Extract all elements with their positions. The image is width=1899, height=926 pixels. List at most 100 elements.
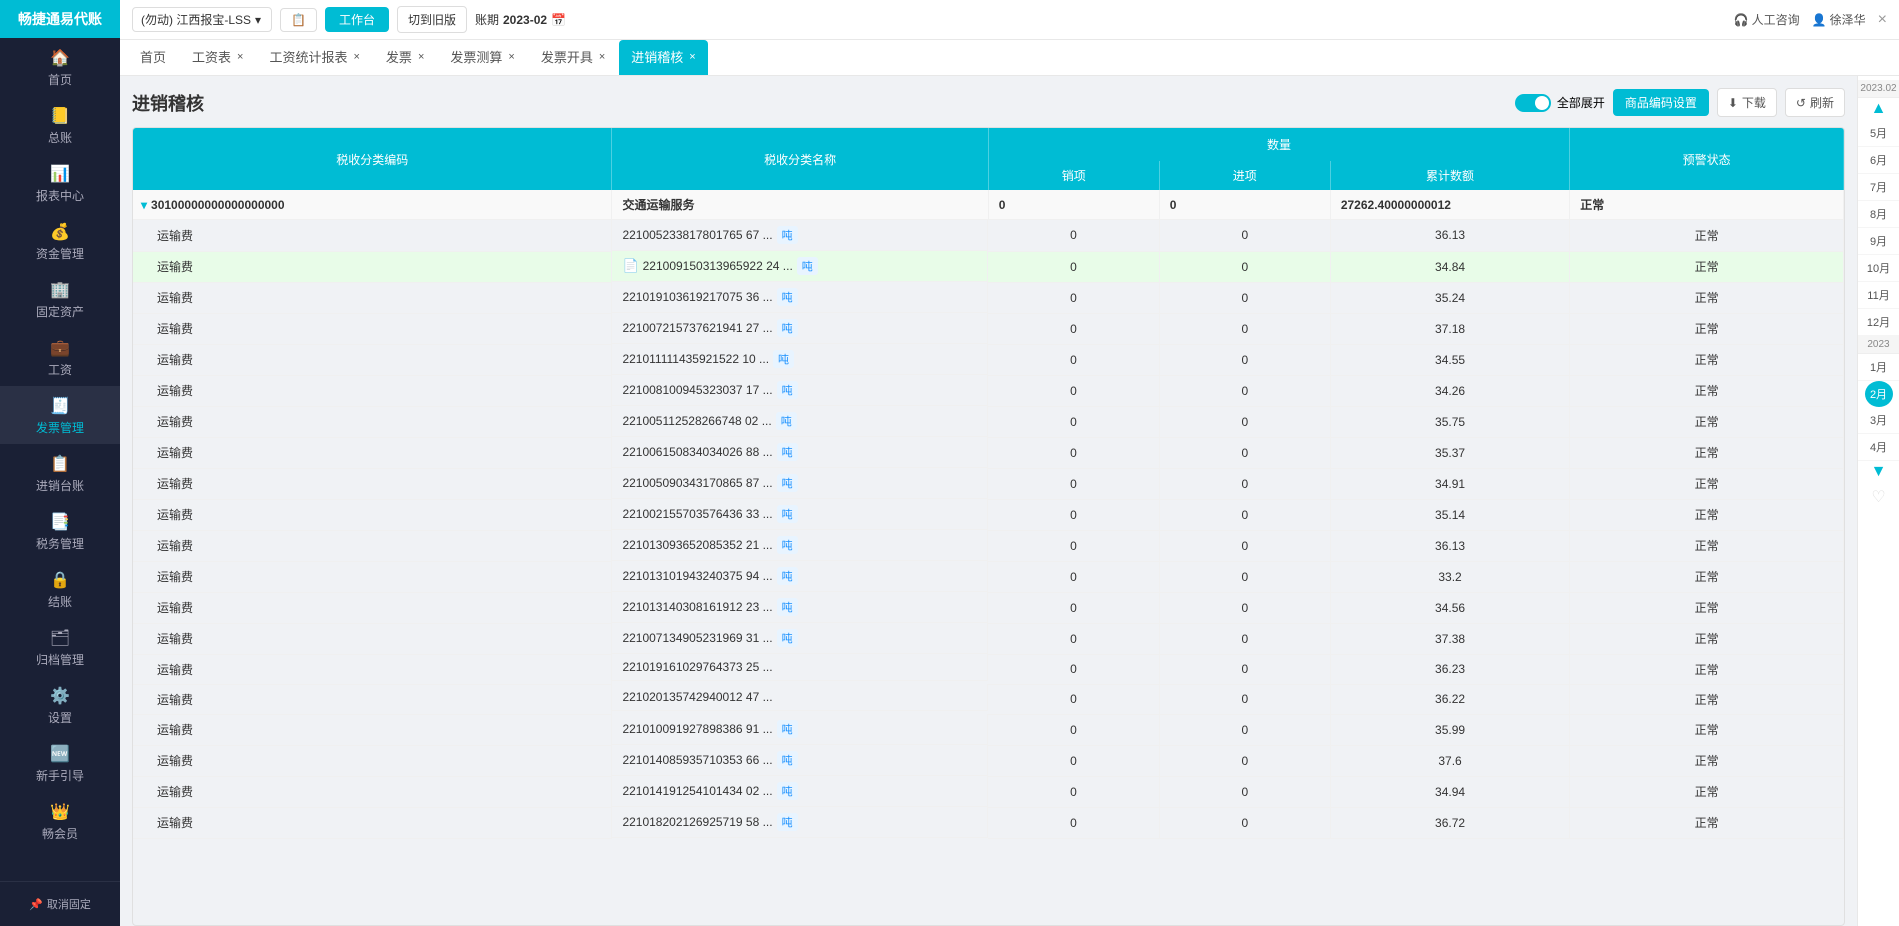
cal-down-button[interactable]: ▼ xyxy=(1869,461,1889,483)
file-icon[interactable]: 📄 xyxy=(622,258,638,274)
tab-salary-report[interactable]: 工资统计报表 × xyxy=(257,40,371,76)
row-status-cell: 正常 xyxy=(1570,406,1844,437)
page-title: 进销稽核 xyxy=(132,90,204,116)
calendar-icon[interactable]: 📅 xyxy=(551,13,566,27)
cal-month-item[interactable]: 2月 xyxy=(1865,381,1893,407)
row-status-cell: 正常 xyxy=(1570,251,1844,282)
company-selector[interactable]: (勿动) 江西报宝-LSS ▾ xyxy=(132,7,272,32)
row-code-cell: 221007215737621941 27 ... 吨 xyxy=(612,313,988,344)
refresh-button[interactable]: ↺ 刷新 xyxy=(1785,88,1845,117)
sidebar-item-guide[interactable]: 🆕新手引导 xyxy=(0,734,120,792)
row-indent-cell: 运输费 xyxy=(133,220,612,252)
row-sales-cell: 0 xyxy=(988,313,1159,344)
row-code-cell: 221013140308161912 23 ... 吨 xyxy=(612,592,988,623)
unit-tag: 吨 xyxy=(777,751,798,769)
group-sales-cell: 0 xyxy=(988,190,1159,220)
row-purchase-cell: 0 xyxy=(1159,592,1330,623)
tab-close-sales-check[interactable]: × xyxy=(689,51,695,63)
row-indent-cell: 运输费 xyxy=(133,654,612,684)
sidebar-item-tax-mgmt[interactable]: 📑税务管理 xyxy=(0,502,120,560)
cal-month-item[interactable]: 5月 xyxy=(1858,120,1899,147)
sidebar-item-home[interactable]: 🏠首页 xyxy=(0,38,120,96)
row-indent-cell: 运输费 xyxy=(133,807,612,838)
sidebar-item-sales-ledger[interactable]: 📋进销台账 xyxy=(0,444,120,502)
row-sales-cell: 0 xyxy=(988,561,1159,592)
row-code-cell: 221005233817801765 67 ... 吨 xyxy=(612,220,988,251)
row-code-cell: 221020135742940012 47 ... xyxy=(612,684,988,711)
tab-close-invoice-calc[interactable]: × xyxy=(508,51,514,63)
tab-close-salary[interactable]: × xyxy=(237,51,243,63)
sidebar-item-member[interactable]: 👑畅会员 xyxy=(0,792,120,850)
row-status-cell: 正常 xyxy=(1570,684,1844,714)
sidebar-label-salary: 工资 xyxy=(48,361,72,378)
cal-month-item[interactable]: 7月 xyxy=(1858,174,1899,201)
unit-tag: 吨 xyxy=(777,567,798,585)
tab-invoice-open[interactable]: 发票开具 × xyxy=(529,40,617,76)
cal-month-item[interactable]: 9月 xyxy=(1858,228,1899,255)
sidebar-item-reports[interactable]: 📊报表中心 xyxy=(0,154,120,212)
cal-month-item[interactable]: 12月 xyxy=(1858,309,1899,336)
tab-label-salary-report: 工资统计报表 xyxy=(269,47,347,66)
table-row: 运输费 221010091927898386 91 ... 吨 0 0 35.9… xyxy=(133,714,1844,745)
expand-toggle[interactable] xyxy=(1515,94,1551,112)
cal-month-item[interactable]: 6月 xyxy=(1858,147,1899,174)
tab-close-salary-report[interactable]: × xyxy=(353,51,359,63)
row-indent-cell: 运输费 xyxy=(133,684,612,714)
table-row: 运输费 221002155703576436 33 ... 吨 0 0 35.1… xyxy=(133,499,1844,530)
sidebar-item-closing[interactable]: 🔒结账 xyxy=(0,560,120,618)
table-row: 运输费 221013101943240375 94 ... 吨 0 0 33.2… xyxy=(133,561,1844,592)
row-purchase-cell: 0 xyxy=(1159,714,1330,745)
row-indent-cell: 运输费 xyxy=(133,282,612,313)
switch-old-button[interactable]: 切到旧版 xyxy=(397,6,467,33)
row-status-cell: 正常 xyxy=(1570,375,1844,406)
product-code-button[interactable]: 商品编码设置 xyxy=(1613,89,1709,116)
row-sales-cell: 0 xyxy=(988,499,1159,530)
cal-month-item[interactable]: 8月 xyxy=(1858,201,1899,228)
tab-salary[interactable]: 工资表× xyxy=(180,40,255,76)
cal-month-item[interactable]: 11月 xyxy=(1858,282,1899,309)
cal-month-item[interactable]: 3月 xyxy=(1858,407,1899,434)
row-code-cell: 221019161029764373 25 ... xyxy=(612,654,988,681)
pin-toggle[interactable]: 📌 取消固定 xyxy=(0,890,120,918)
row-status-cell: 正常 xyxy=(1570,623,1844,654)
table-row: 运输费 221020135742940012 47 ... 0 0 36.22 … xyxy=(133,684,1844,714)
row-sales-cell: 0 xyxy=(988,776,1159,807)
sidebar-label-ledger: 总账 xyxy=(48,129,72,146)
sidebar-item-assets[interactable]: 🏢固定资产 xyxy=(0,270,120,328)
row-indent-cell: 运输费 xyxy=(133,592,612,623)
tab-home[interactable]: 首页 xyxy=(128,40,178,76)
sidebar-item-invoice-mgmt[interactable]: 🧾发票管理 xyxy=(0,386,120,444)
close-button[interactable]: × xyxy=(1878,11,1887,29)
unit-tag: 吨 xyxy=(777,782,798,800)
support-button[interactable]: 🎧 人工咨询 xyxy=(1734,11,1800,28)
tab-sales-check[interactable]: 进销稽核× xyxy=(619,40,707,76)
sidebar-item-ledger[interactable]: 📒总账 xyxy=(0,96,120,154)
sidebar-bottom: 📌 取消固定 xyxy=(0,881,120,926)
row-code-cell: 221013093652085352 21 ... 吨 xyxy=(612,530,988,561)
tab-invoice-calc[interactable]: 发票测算× xyxy=(438,40,526,76)
download-icon: ⬇ xyxy=(1728,96,1738,110)
copy-button[interactable]: 📋 xyxy=(280,8,317,32)
cal-month-item[interactable]: 4月 xyxy=(1858,434,1899,461)
workbench-button[interactable]: 工作台 xyxy=(325,7,389,32)
sidebar-item-salary[interactable]: 💼 工资 xyxy=(0,328,120,386)
sidebar-icon-salary: 💼 xyxy=(50,338,70,358)
sidebar-item-archive[interactable]: 🗂归档管理 xyxy=(0,618,120,676)
sidebar-item-funds[interactable]: 💰资金管理 xyxy=(0,212,120,270)
collapse-icon[interactable]: ▾ xyxy=(141,198,147,212)
row-cumulative-cell: 34.26 xyxy=(1330,375,1569,406)
sidebar-item-settings[interactable]: ⚙️设置 xyxy=(0,676,120,734)
cal-month-item[interactable]: 10月 xyxy=(1858,255,1899,282)
tab-invoice[interactable]: 发票× xyxy=(374,40,436,76)
row-sales-cell: 0 xyxy=(988,530,1159,561)
cal-month-item[interactable]: 1月 xyxy=(1858,354,1899,381)
tab-close-invoice[interactable]: × xyxy=(418,51,424,63)
sidebar-icon-tax-mgmt: 📑 xyxy=(50,512,70,532)
row-purchase-cell: 0 xyxy=(1159,437,1330,468)
col-forecast: 预警状态 xyxy=(1570,128,1844,190)
tab-close-invoice-open[interactable]: × xyxy=(599,51,605,63)
cal-up-button[interactable]: ▲ xyxy=(1869,98,1889,120)
user-menu[interactable]: 👤 徐泽华 xyxy=(1812,11,1866,28)
tab-label-invoice-open: 发票开具 xyxy=(541,47,593,66)
download-button[interactable]: ⬇ 下载 xyxy=(1717,88,1777,117)
